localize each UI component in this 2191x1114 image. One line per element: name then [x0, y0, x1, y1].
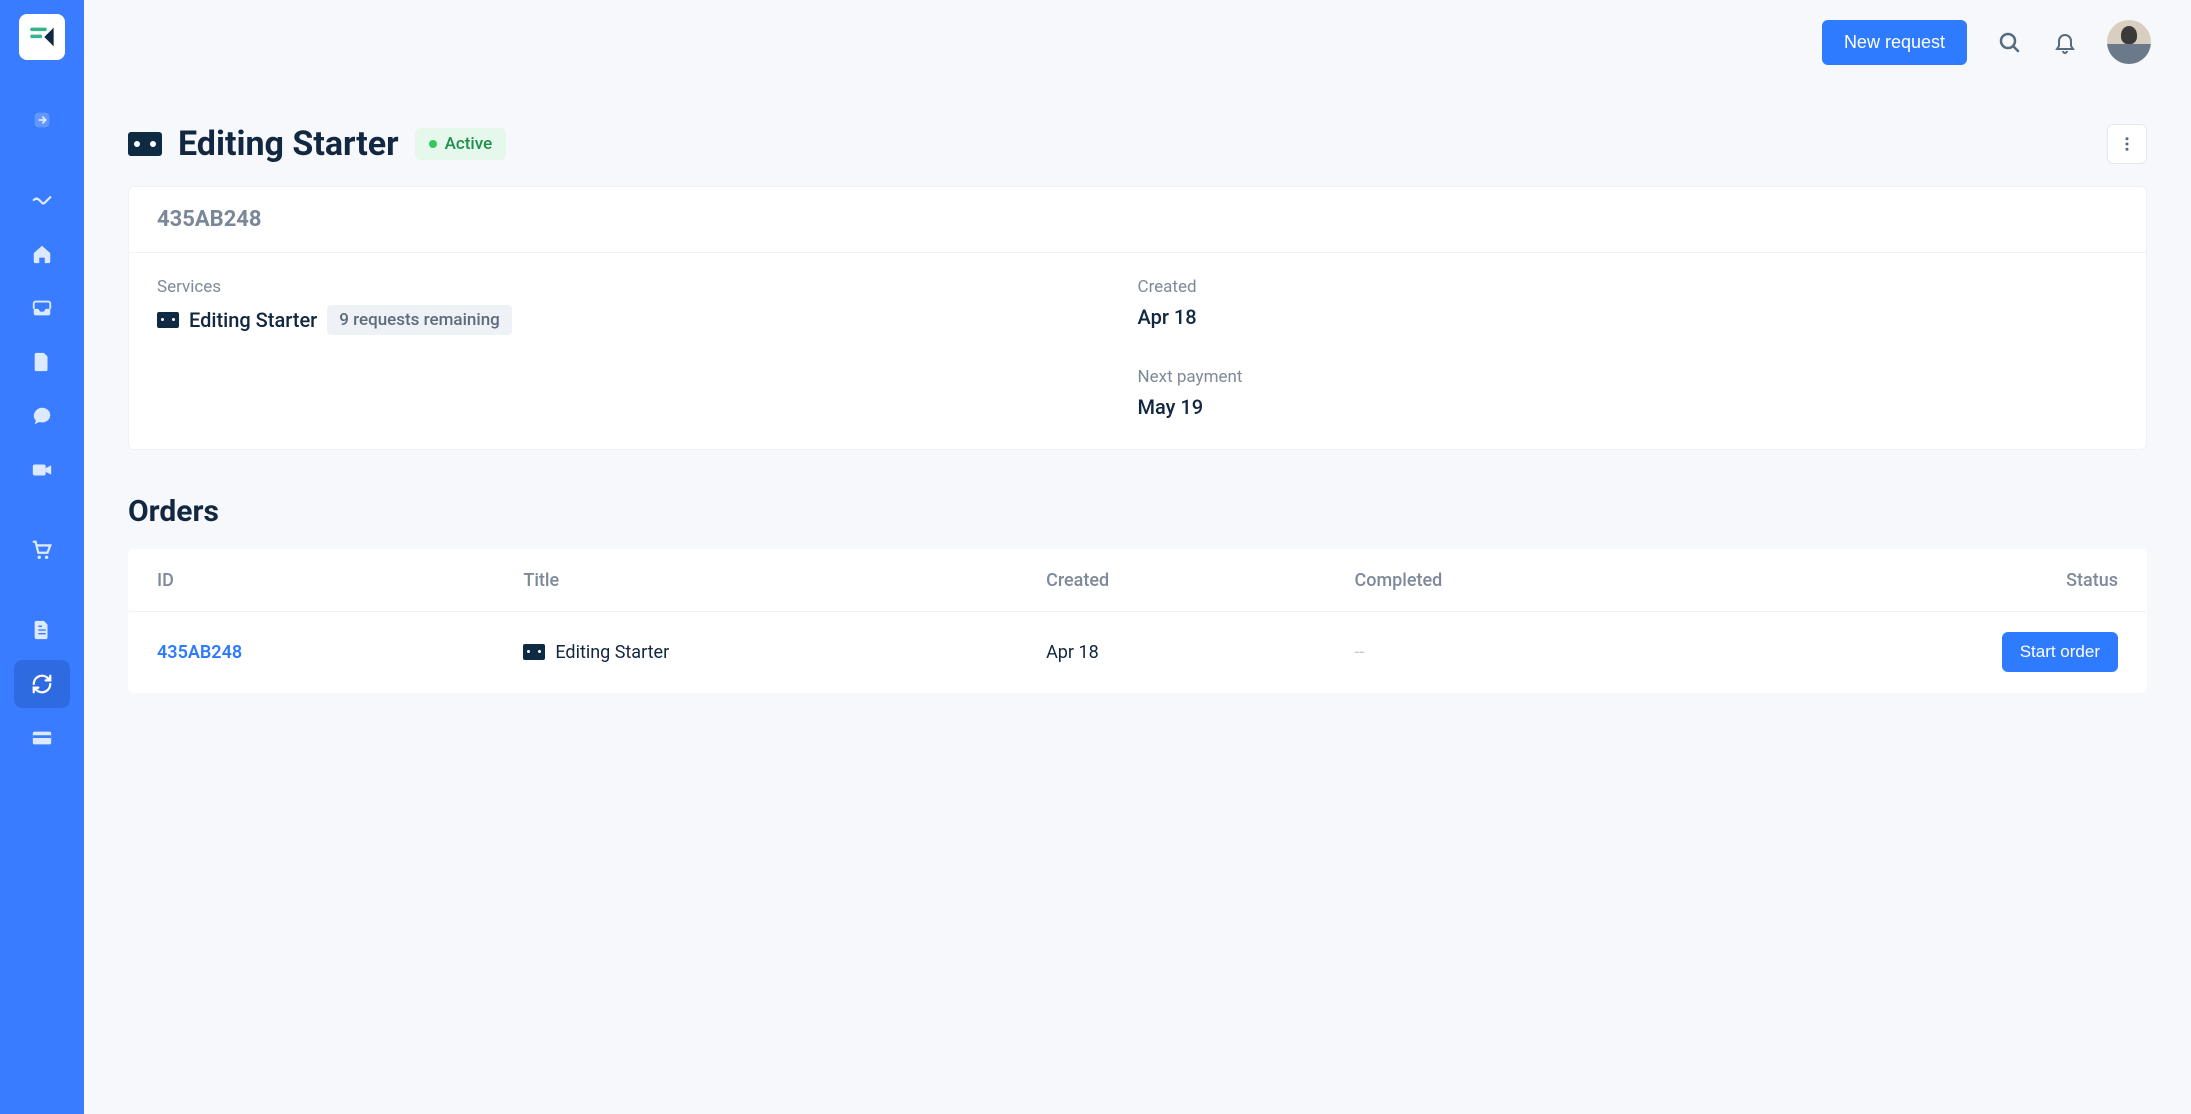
orders-heading: Orders [128, 494, 2147, 529]
cassette-icon [157, 312, 179, 328]
start-order-button[interactable]: Start order [2002, 632, 2118, 672]
col-status: Status [1699, 550, 2147, 612]
next-payment-label: Next payment [1138, 367, 2119, 387]
nav-inbox-icon[interactable] [14, 284, 70, 332]
subscription-card: 435AB248 Services Editing Starter 9 requ… [128, 186, 2147, 450]
nav-handshake-icon[interactable] [14, 176, 70, 224]
nav-chat-icon[interactable] [14, 392, 70, 440]
nav-file-icon[interactable] [14, 338, 70, 386]
created-label: Created [1138, 277, 2119, 297]
subscription-id: 435AB248 [157, 207, 2118, 232]
created-field: Created Apr 18 [1138, 277, 2119, 335]
col-id: ID [129, 550, 496, 612]
orders-table: ID Title Created Completed Status 435AB2… [128, 549, 2147, 693]
services-field: Services Editing Starter 9 requests rema… [157, 277, 1138, 335]
status-text: Active [445, 134, 493, 154]
nav-cart-icon[interactable] [14, 526, 70, 574]
nav-document-icon[interactable] [14, 606, 70, 654]
nav-home-icon[interactable] [14, 230, 70, 278]
nav-video-icon[interactable] [14, 446, 70, 494]
cassette-icon [523, 644, 545, 660]
order-completed: -- [1354, 642, 1364, 663]
requests-remaining-chip: 9 requests remaining [327, 305, 512, 335]
nav-card-icon[interactable] [14, 714, 70, 762]
search-icon[interactable] [1995, 28, 2023, 56]
col-completed: Completed [1326, 550, 1698, 612]
status-dot-icon [429, 140, 437, 148]
nav-login-icon[interactable] [14, 96, 70, 144]
order-created: Apr 18 [1018, 612, 1326, 693]
more-menu-button[interactable] [2107, 124, 2147, 164]
col-title: Title [495, 550, 1018, 612]
next-payment-value: May 19 [1138, 395, 2119, 419]
topbar: New request [84, 0, 2191, 84]
status-badge: Active [415, 128, 507, 160]
order-title: Editing Starter [555, 642, 669, 663]
col-created: Created [1018, 550, 1326, 612]
cassette-icon [128, 132, 162, 156]
nav-refresh-icon[interactable] [14, 660, 70, 708]
bell-icon[interactable] [2051, 28, 2079, 56]
created-value: Apr 18 [1138, 305, 2119, 329]
sidebar [0, 0, 84, 1114]
order-id-link[interactable]: 435AB248 [157, 642, 242, 663]
app-logo[interactable] [19, 14, 65, 60]
main-area: New request Editing Starter Active [84, 0, 2191, 1114]
service-name: Editing Starter [189, 308, 317, 332]
page-title: Editing Starter [178, 124, 399, 164]
next-payment-field: Next payment May 19 [1138, 367, 2119, 419]
avatar[interactable] [2107, 20, 2151, 64]
table-row: 435AB248 Editing Starter Apr 18 -- Start… [129, 612, 2147, 693]
new-request-button[interactable]: New request [1822, 20, 1967, 65]
services-label: Services [157, 277, 1138, 297]
